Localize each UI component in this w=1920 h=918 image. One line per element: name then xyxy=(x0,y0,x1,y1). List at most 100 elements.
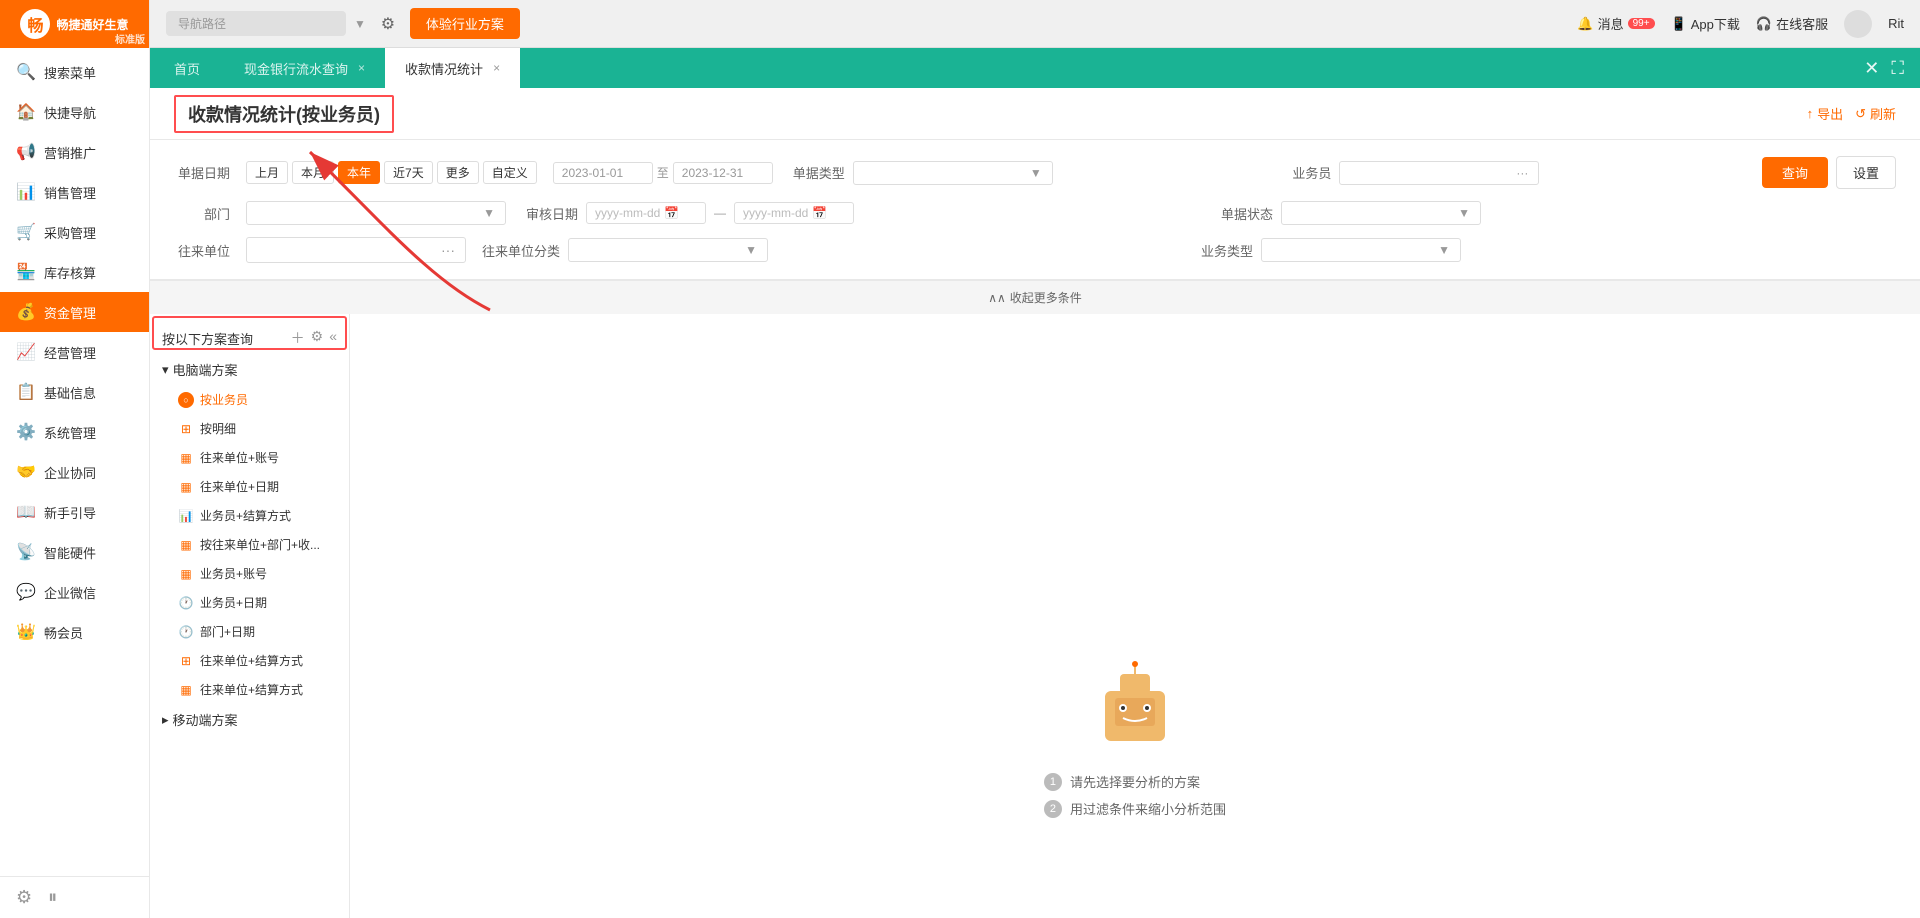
scheme-collapse-btn[interactable]: « xyxy=(329,328,337,348)
sidebar-item-wechat[interactable]: 💬 企业微信 xyxy=(0,572,149,612)
sidebar-item-marketing[interactable]: 📢 营销推广 xyxy=(0,132,149,172)
scheme-item-partner-date-label: 往来单位+日期 xyxy=(200,478,279,495)
scheme-item-salesman[interactable]: ○ 按业务员 xyxy=(150,385,349,414)
date-shortcuts: 上月 本月 本年 近7天 更多 自定义 xyxy=(246,161,537,184)
refresh-label: 刷新 xyxy=(1870,104,1896,123)
scheme-panel-header: 按以下方案查询 ＋ ⚙ « xyxy=(150,322,349,354)
salesman-icon: ○ xyxy=(178,392,194,408)
sidebar-item-member-label: 畅会员 xyxy=(44,623,83,642)
scheme-group-desktop[interactable]: ▾ 电脑端方案 xyxy=(150,354,349,385)
scheme-group-mobile[interactable]: ▸ 移动端方案 xyxy=(150,704,349,735)
sidebar-item-enterprise[interactable]: 🤝 企业协同 xyxy=(0,452,149,492)
scheme-item-salesman-account[interactable]: ▦ 业务员+账号 xyxy=(150,559,349,588)
refresh-btn[interactable]: ↺ 刷新 xyxy=(1855,104,1896,123)
date-btn-more[interactable]: 更多 xyxy=(437,161,479,184)
tab-maximize-btn[interactable]: ⛶ xyxy=(1891,58,1904,79)
date-from-input[interactable] xyxy=(553,162,653,184)
online-service-btn[interactable]: 🎧 在线客服 xyxy=(1756,14,1828,33)
sidebar-item-system-label: 系统管理 xyxy=(44,423,96,442)
salesman-select[interactable]: ··· xyxy=(1339,161,1539,185)
page-title: 收款情况统计(按业务员) xyxy=(174,95,394,133)
messages-label: 消息 xyxy=(1598,14,1624,33)
basicinfo-icon: 📋 xyxy=(16,382,36,402)
sidebar-item-inventory[interactable]: 🏪 库存核算 xyxy=(0,252,149,292)
breadcrumb-dropdown[interactable]: ▼ xyxy=(354,17,366,31)
trial-btn[interactable]: 体验行业方案 xyxy=(410,8,520,39)
collapse-btn[interactable]: ∧∧ 收起更多条件 xyxy=(988,289,1082,306)
sidebar-item-sales[interactable]: 📊 销售管理 xyxy=(0,172,149,212)
tab-collection-stats-close[interactable]: × xyxy=(493,61,500,75)
query-btn[interactable]: 查询 xyxy=(1762,157,1828,188)
salesman-account-icon: ▦ xyxy=(178,566,194,582)
biz-type-label: 业务类型 xyxy=(1197,241,1253,260)
sidebar-item-sales-label: 销售管理 xyxy=(44,183,96,202)
guide-icon: 📖 xyxy=(16,502,36,522)
review-date-to[interactable]: yyyy-mm-dd 📅 xyxy=(734,202,854,224)
tab-close-all-btn[interactable]: ✕ xyxy=(1864,58,1879,79)
partner-category-select[interactable]: ▼ xyxy=(568,238,768,262)
sidebar-item-search[interactable]: 🔍 搜索菜单 xyxy=(0,52,149,92)
operations-icon: 📈 xyxy=(16,342,36,362)
date-btn-7days[interactable]: 近7天 xyxy=(384,161,433,184)
app-download-btn[interactable]: 📱 App下载 xyxy=(1671,14,1740,33)
online-service-label: 在线客服 xyxy=(1776,14,1828,33)
sidebar-item-quicknav-label: 快捷导航 xyxy=(44,103,96,122)
scheme-item-partner-payment2[interactable]: ▦ 往来单位+结算方式 xyxy=(150,675,349,704)
sidebar-item-member[interactable]: 👑 畅会员 xyxy=(0,612,149,652)
collapse-icon: ∧∧ xyxy=(988,291,1006,305)
scheme-item-detail[interactable]: ⊞ 按明细 xyxy=(150,414,349,443)
sidebar-item-purchase-label: 采购管理 xyxy=(44,223,96,242)
scheme-item-salesman-date[interactable]: 🕐 业务员+日期 xyxy=(150,588,349,617)
dept-select[interactable]: ▼ xyxy=(246,201,506,225)
scheme-item-partner-date[interactable]: ▦ 往来单位+日期 xyxy=(150,472,349,501)
search-icon: 🔍 xyxy=(16,62,36,82)
type-select[interactable]: ▼ xyxy=(853,161,1053,185)
sidebar-item-inventory-label: 库存核算 xyxy=(44,263,96,282)
type-filter: 单据类型 ▼ xyxy=(789,161,1260,185)
scheme-item-partner-payment1[interactable]: ⊞ 往来单位+结算方式 xyxy=(150,646,349,675)
page-content: 收款情况统计(按业务员) ↑ 导出 ↺ 刷新 单据日期 上月 本月 xyxy=(150,88,1920,918)
filter-settings-btn[interactable]: 设置 xyxy=(1836,156,1896,189)
scheme-item-partner-dept[interactable]: ▦ 按往来单位+部门+收... xyxy=(150,530,349,559)
scheme-settings-btn[interactable]: ⚙ xyxy=(311,328,324,348)
sidebar-collapse-btn[interactable]: ⏸ xyxy=(48,887,57,908)
status-select[interactable]: ▼ xyxy=(1281,201,1481,225)
date-btn-last-month[interactable]: 上月 xyxy=(246,161,288,184)
tab-home[interactable]: 首页 xyxy=(150,48,224,88)
scheme-item-salesman-payment[interactable]: 📊 业务员+结算方式 xyxy=(150,501,349,530)
date-btn-this-month[interactable]: 本月 xyxy=(292,161,334,184)
type-select-arrow: ▼ xyxy=(1030,166,1042,180)
home-icon: 🏠 xyxy=(16,102,36,122)
sidebar-settings-btn[interactable]: ⚙ xyxy=(16,887,32,908)
sidebar-item-quicknav[interactable]: 🏠 快捷导航 xyxy=(0,92,149,132)
edition-tag: 标准版 xyxy=(115,31,145,46)
user-avatar[interactable] xyxy=(1844,10,1872,38)
sidebar-item-system[interactable]: ⚙️ 系统管理 xyxy=(0,412,149,452)
sidebar-item-purchase[interactable]: 🛒 采购管理 xyxy=(0,212,149,252)
date-to-input[interactable] xyxy=(673,162,773,184)
tab-cash-flow[interactable]: 现金银行流水查询 × xyxy=(224,48,385,88)
scheme-item-dept-date[interactable]: 🕐 部门+日期 xyxy=(150,617,349,646)
tab-collection-stats[interactable]: 收款情况统计 × xyxy=(385,48,520,88)
filter-row-3: 往来单位 ··· 往来单位分类 ▼ 业务类型 ▼ xyxy=(174,237,1896,263)
export-btn[interactable]: ↑ 导出 xyxy=(1807,104,1844,123)
detail-icon: ⊞ xyxy=(178,421,194,437)
partner-select[interactable]: ··· xyxy=(246,237,466,263)
sidebar-item-guide[interactable]: 📖 新手引导 xyxy=(0,492,149,532)
tab-cash-flow-close[interactable]: × xyxy=(358,61,365,75)
sidebar-item-finance[interactable]: 💰 资金管理 xyxy=(0,292,149,332)
biz-type-arrow: ▼ xyxy=(1438,243,1450,257)
scheme-item-partner-account[interactable]: ▦ 往来单位+账号 xyxy=(150,443,349,472)
messages-btn[interactable]: 🔔 消息 99+ xyxy=(1577,14,1654,33)
sidebar-item-hardware[interactable]: 📡 智能硬件 xyxy=(0,532,149,572)
export-icon: ↑ xyxy=(1807,106,1814,121)
sidebar-item-basicinfo[interactable]: 📋 基础信息 xyxy=(0,372,149,412)
settings-gear-btn[interactable]: ⚙ xyxy=(374,10,402,38)
sidebar-item-operations[interactable]: 📈 经营管理 xyxy=(0,332,149,372)
empty-illustration xyxy=(1085,656,1185,756)
biz-type-select[interactable]: ▼ xyxy=(1261,238,1461,262)
date-btn-custom[interactable]: 自定义 xyxy=(483,161,537,184)
review-date-from[interactable]: yyyy-mm-dd 📅 xyxy=(586,202,706,224)
date-btn-this-year[interactable]: 本年 xyxy=(338,161,380,184)
scheme-add-btn[interactable]: ＋ xyxy=(291,328,305,348)
